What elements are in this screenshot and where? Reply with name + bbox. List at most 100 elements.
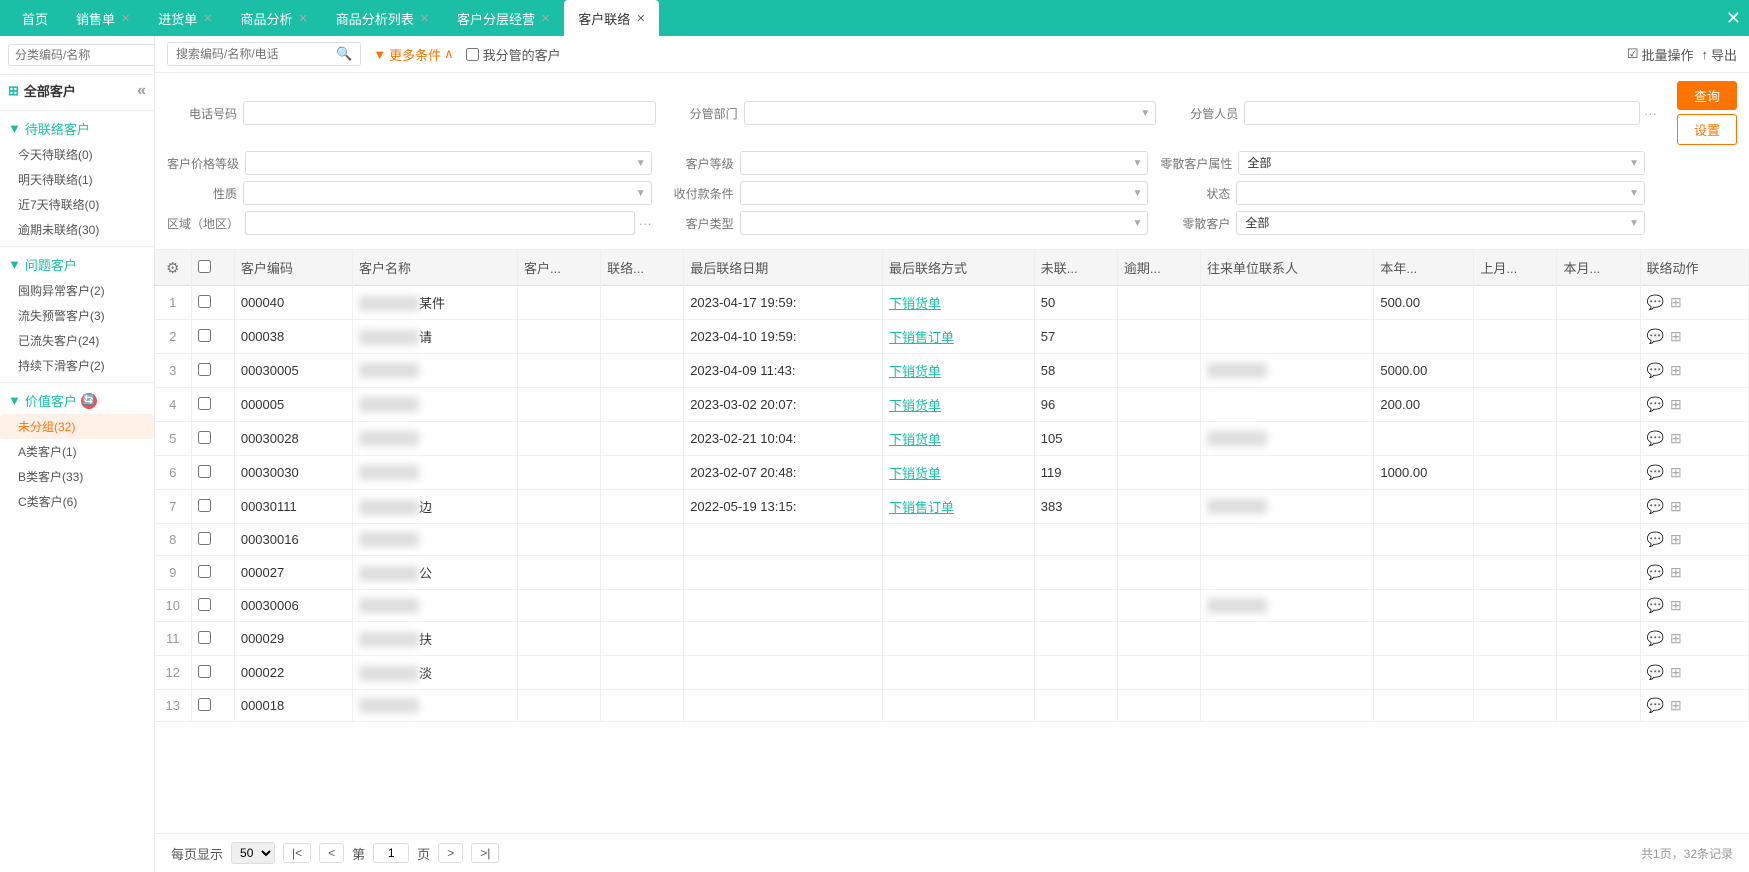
sidebar-all-customers[interactable]: ⊞ 全部客户 « (0, 75, 154, 106)
settings-icon[interactable]: ⚙ (166, 260, 179, 277)
row-checkbox-cell[interactable] (191, 622, 234, 656)
contact-icon[interactable]: 💬 (1647, 697, 1664, 714)
more-action-icon[interactable]: ⊞ (1670, 430, 1682, 447)
ellipsis-icon[interactable]: ··· (1644, 106, 1657, 121)
phone-input[interactable] (243, 101, 656, 125)
select-all-checkbox[interactable] (198, 260, 211, 273)
row-checkbox[interactable] (198, 363, 211, 376)
close-icon[interactable]: ✕ (420, 12, 429, 25)
contact-icon[interactable]: 💬 (1647, 664, 1664, 681)
col-settings[interactable]: ⚙ (155, 250, 191, 286)
prev-page-btn[interactable]: < (319, 843, 344, 863)
sidebar-item-overdue[interactable]: 逾期未联络(30) (0, 217, 154, 242)
contact-icon[interactable]: 💬 (1647, 564, 1664, 581)
contact-icon[interactable]: 💬 (1647, 328, 1664, 345)
my-customers-checkbox[interactable] (466, 48, 479, 61)
dept-select[interactable] (744, 101, 1157, 125)
row-checkbox[interactable] (198, 329, 211, 342)
more-action-icon[interactable]: ⊞ (1670, 328, 1682, 345)
page-input[interactable] (373, 843, 409, 863)
customer-level-select[interactable] (740, 151, 1149, 175)
row-checkbox[interactable] (198, 698, 211, 711)
sidebar-item-class-b[interactable]: B类客户(33) (0, 464, 154, 489)
row-checkbox-cell[interactable] (191, 286, 234, 320)
col-overdue[interactable]: 逾期... (1117, 250, 1200, 286)
tab-sales[interactable]: 销售单 ✕ (62, 0, 144, 36)
sidebar-item-7days[interactable]: 近7天待联络(0) (0, 192, 154, 217)
row-checkbox-cell[interactable] (191, 422, 234, 456)
search-icon[interactable]: 🔍 (336, 46, 352, 62)
sidebar-item-ungrouped[interactable]: 未分组(32) (0, 414, 154, 439)
more-action-icon[interactable]: ⊞ (1670, 464, 1682, 481)
col-this-year[interactable]: 本年... (1374, 250, 1474, 286)
retail-customer-select[interactable]: 全部 (1236, 211, 1645, 235)
row-checkbox-cell[interactable] (191, 556, 234, 590)
col-last-date[interactable]: 最后联络日期 (684, 250, 883, 286)
close-icon[interactable]: ✕ (299, 12, 308, 25)
close-icon[interactable]: ✕ (541, 12, 550, 25)
person-input[interactable] (1244, 101, 1640, 125)
last-method-link[interactable]: 下销售订单 (889, 330, 954, 345)
col-code[interactable]: 客户编码 (234, 250, 352, 286)
row-checkbox[interactable] (198, 598, 211, 611)
col-customer-type[interactable]: 客户... (518, 250, 601, 286)
row-checkbox-cell[interactable] (191, 590, 234, 622)
status-select[interactable] (1236, 181, 1645, 205)
close-icon[interactable]: ✕ (636, 12, 645, 25)
tab-customer-contact[interactable]: 客户联络 ✕ (564, 0, 659, 36)
contact-icon[interactable]: 💬 (1647, 294, 1664, 311)
page-size-select[interactable]: 50 (231, 842, 275, 864)
last-method-link[interactable]: 下销货单 (889, 432, 941, 447)
tab-product-analysis[interactable]: 商品分析 ✕ (226, 0, 321, 36)
contact-icon[interactable]: 💬 (1647, 362, 1664, 379)
row-checkbox-cell[interactable] (191, 656, 234, 690)
sidebar-group-problem[interactable]: ▼ 问题客户 (0, 251, 154, 278)
close-icon[interactable]: ✕ (203, 12, 212, 25)
batch-op-btn[interactable]: ☑ 批量操作 (1627, 45, 1694, 64)
payment-select[interactable] (740, 181, 1149, 205)
col-uncontacted[interactable]: 未联... (1034, 250, 1117, 286)
tab-home[interactable]: 首页 (8, 0, 62, 36)
more-action-icon[interactable]: ⊞ (1670, 564, 1682, 581)
close-window-icon[interactable]: ✕ (1726, 8, 1741, 29)
sidebar-item-lost[interactable]: 已流失客户(24) (0, 328, 154, 353)
more-action-icon[interactable]: ⊞ (1670, 396, 1682, 413)
row-checkbox[interactable] (198, 565, 211, 578)
sidebar-search-input[interactable] (8, 44, 155, 66)
sidebar-group-pending[interactable]: ▼ 待联络客户 (0, 115, 154, 142)
reset-button[interactable]: 设置 (1677, 114, 1737, 145)
ellipsis-icon[interactable]: ··· (639, 216, 652, 231)
col-name[interactable]: 客户名称 (352, 250, 517, 286)
retail-attr-select[interactable]: 全部 (1238, 151, 1645, 175)
last-method-link[interactable]: 下销货单 (889, 398, 941, 413)
last-method-link[interactable]: 下销货单 (889, 466, 941, 481)
contact-icon[interactable]: 💬 (1647, 597, 1664, 614)
sidebar-item-today[interactable]: 今天待联络(0) (0, 142, 154, 167)
customer-type-select[interactable] (740, 211, 1149, 235)
sidebar-item-abnormal[interactable]: 囤购异常客户(2) (0, 278, 154, 303)
more-action-icon[interactable]: ⊞ (1670, 294, 1682, 311)
last-method-link[interactable]: 下销售订单 (889, 500, 954, 515)
row-checkbox[interactable] (198, 465, 211, 478)
sidebar-item-class-a[interactable]: A类客户(1) (0, 439, 154, 464)
contact-icon[interactable]: 💬 (1647, 396, 1664, 413)
filter-more-btn[interactable]: ▼ 更多条件 ∧ (373, 45, 453, 64)
export-btn[interactable]: ↑ 导出 (1701, 45, 1737, 64)
close-icon[interactable]: ✕ (121, 12, 130, 25)
col-checkbox[interactable] (191, 250, 234, 286)
more-action-icon[interactable]: ⊞ (1670, 531, 1682, 548)
contact-icon[interactable]: 💬 (1647, 531, 1664, 548)
filter-search-input[interactable] (176, 47, 336, 61)
contact-icon[interactable]: 💬 (1647, 498, 1664, 515)
tab-customer-segment[interactable]: 客户分层经营 ✕ (443, 0, 564, 36)
row-checkbox-cell[interactable] (191, 354, 234, 388)
row-checkbox-cell[interactable] (191, 388, 234, 422)
first-page-btn[interactable]: |< (283, 843, 311, 863)
contact-icon[interactable]: 💬 (1647, 464, 1664, 481)
row-checkbox-cell[interactable] (191, 690, 234, 722)
row-checkbox-cell[interactable] (191, 456, 234, 490)
row-checkbox-cell[interactable] (191, 490, 234, 524)
col-this-month[interactable]: 本月... (1557, 250, 1640, 286)
sidebar-item-declining[interactable]: 持续下滑客户(2) (0, 353, 154, 378)
nature-select[interactable] (243, 181, 652, 205)
